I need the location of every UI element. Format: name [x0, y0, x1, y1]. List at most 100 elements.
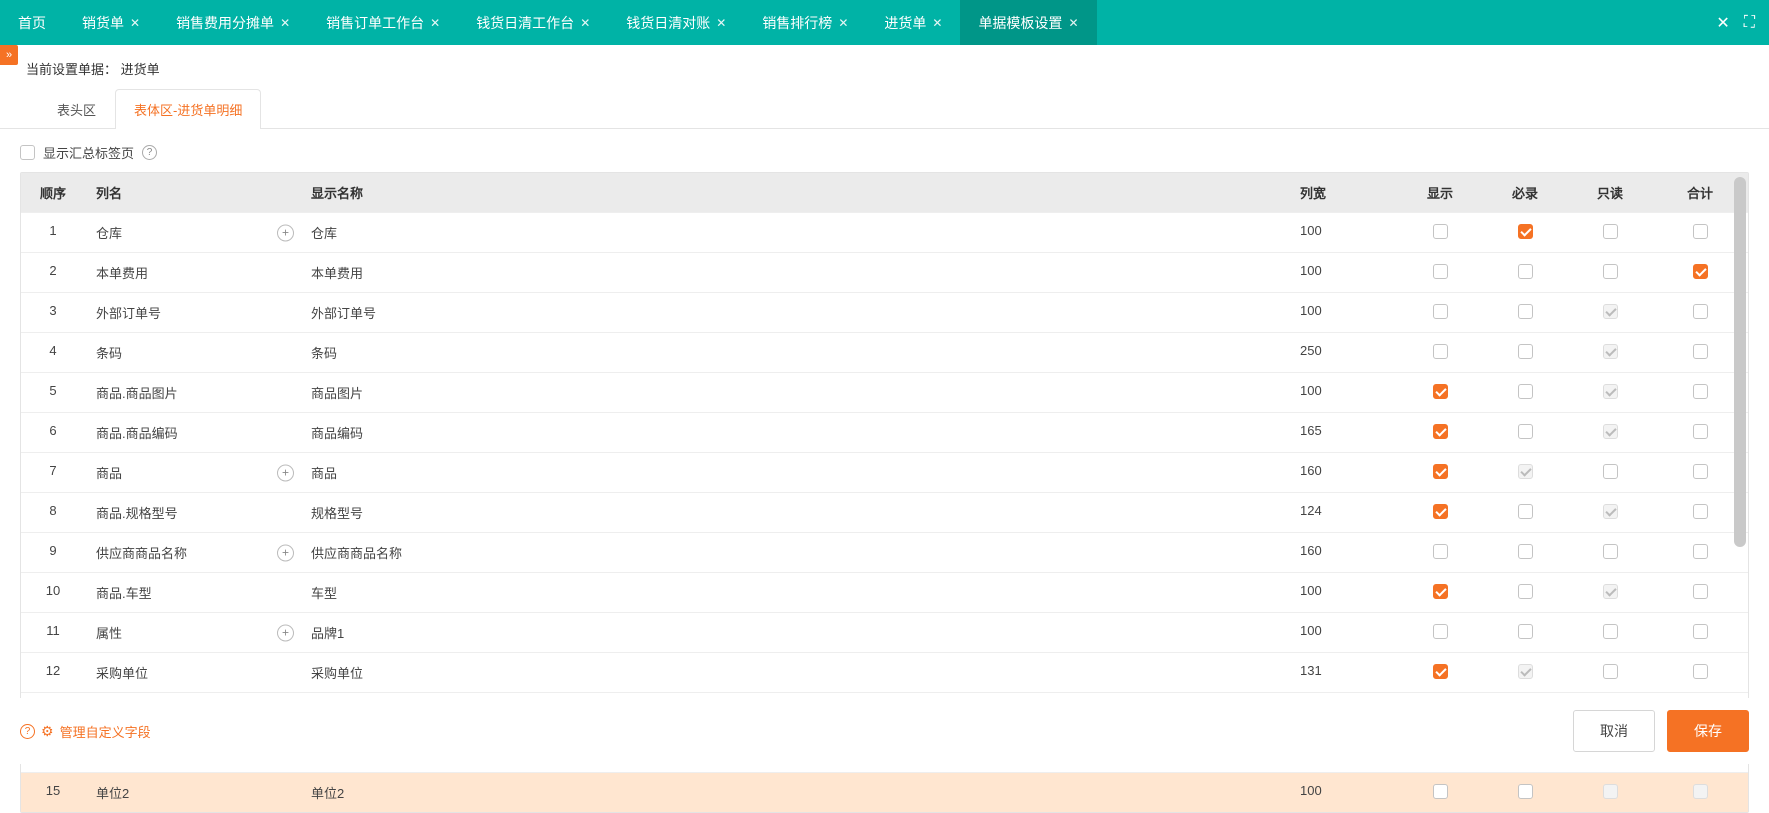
checkbox[interactable] — [1693, 424, 1708, 439]
checkbox[interactable] — [1693, 664, 1708, 679]
gear-icon[interactable]: ⚙ — [41, 723, 54, 740]
cell-width[interactable]: 100 — [1290, 613, 1398, 652]
checkbox[interactable] — [1518, 584, 1533, 599]
manage-custom-fields-link[interactable]: 管理自定义字段 — [60, 722, 151, 741]
scrollbar-thumb[interactable] — [1734, 177, 1746, 547]
cell-width[interactable]: 100 — [1290, 573, 1398, 612]
top-tab[interactable]: 钱货日清对账✕ — [608, 0, 744, 45]
save-button[interactable]: 保存 — [1667, 710, 1749, 752]
checkbox[interactable] — [1518, 504, 1533, 519]
help-icon[interactable]: ? — [142, 145, 157, 160]
cell-width[interactable]: 100 — [1290, 293, 1398, 332]
checkbox[interactable] — [1693, 584, 1708, 599]
tab-close-icon[interactable]: ✕ — [716, 16, 726, 30]
cell-width[interactable]: 100 — [1290, 373, 1398, 412]
cell-width[interactable]: 131 — [1290, 653, 1398, 692]
cell-display-name[interactable]: 规格型号 — [301, 493, 1290, 532]
collapse-caret-icon[interactable]: » — [0, 45, 18, 65]
add-icon[interactable]: + — [277, 224, 294, 241]
checkbox[interactable] — [1603, 264, 1618, 279]
add-icon[interactable]: + — [277, 624, 294, 641]
cancel-button[interactable]: 取消 — [1573, 710, 1655, 752]
cell-width[interactable]: 124 — [1290, 493, 1398, 532]
checkbox[interactable] — [1433, 224, 1448, 239]
checkbox[interactable] — [1603, 664, 1618, 679]
cell-width[interactable]: 100 — [1290, 213, 1398, 252]
checkbox[interactable] — [1518, 304, 1533, 319]
cell-display-name[interactable]: 采购单位 — [301, 653, 1290, 692]
fullscreen-icon[interactable]: ⛶ — [1744, 14, 1755, 32]
checkbox[interactable] — [1693, 544, 1708, 559]
section-tab[interactable]: 表头区 — [38, 89, 115, 129]
add-icon[interactable]: + — [277, 464, 294, 481]
checkbox[interactable] — [1693, 624, 1708, 639]
checkbox[interactable] — [1693, 344, 1708, 359]
cell-display-name[interactable]: 仓库 — [301, 213, 1290, 252]
tab-close-icon[interactable]: ✕ — [580, 16, 590, 30]
checkbox[interactable] — [1518, 224, 1533, 239]
cell-display-name[interactable]: 商品编码 — [301, 413, 1290, 452]
cell-width[interactable]: 100 — [1290, 253, 1398, 292]
cell-width[interactable]: 250 — [1290, 333, 1398, 372]
checkbox[interactable] — [1433, 304, 1448, 319]
checkbox[interactable] — [1603, 224, 1618, 239]
show-summary-checkbox[interactable] — [20, 145, 35, 160]
tab-close-icon[interactable]: ✕ — [838, 16, 848, 30]
tab-close-icon[interactable]: ✕ — [130, 16, 140, 30]
checkbox[interactable] — [1518, 264, 1533, 279]
tab-close-icon[interactable]: ✕ — [932, 16, 942, 30]
checkbox[interactable] — [1433, 784, 1448, 799]
checkbox[interactable] — [1518, 784, 1533, 799]
checkbox[interactable] — [1433, 664, 1448, 679]
cell-width[interactable]: 165 — [1290, 413, 1398, 452]
cell-display-name[interactable]: 商品 — [301, 453, 1290, 492]
tab-close-icon[interactable]: ✕ — [1068, 16, 1078, 30]
cell-display-name[interactable]: 车型 — [301, 573, 1290, 612]
cell-width[interactable]: 160 — [1290, 453, 1398, 492]
checkbox[interactable] — [1433, 584, 1448, 599]
checkbox[interactable] — [1433, 624, 1448, 639]
top-tab[interactable]: 销售费用分摊单✕ — [158, 0, 308, 45]
cell-width[interactable]: 100 — [1290, 773, 1398, 812]
checkbox[interactable] — [1518, 624, 1533, 639]
checkbox[interactable] — [1433, 464, 1448, 479]
cell-display-name[interactable]: 供应商商品名称 — [301, 533, 1290, 572]
top-tab[interactable]: 首页 — [0, 0, 64, 45]
top-tab[interactable]: 销售排行榜✕ — [744, 0, 866, 45]
checkbox[interactable] — [1518, 344, 1533, 359]
section-tab[interactable]: 表体区-进货单明细 — [115, 89, 261, 129]
checkbox[interactable] — [1518, 424, 1533, 439]
checkbox[interactable] — [1518, 544, 1533, 559]
tab-close-icon[interactable]: ✕ — [430, 16, 440, 30]
checkbox[interactable] — [1693, 384, 1708, 399]
close-all-icon[interactable]: ✕ — [1716, 13, 1729, 33]
cell-display-name[interactable]: 品牌1 — [301, 613, 1290, 652]
top-tab[interactable]: 销货单✕ — [64, 0, 158, 45]
checkbox[interactable] — [1603, 624, 1618, 639]
footer-help-icon[interactable]: ? — [20, 724, 35, 739]
checkbox[interactable] — [1693, 224, 1708, 239]
checkbox[interactable] — [1433, 424, 1448, 439]
cell-width[interactable]: 160 — [1290, 533, 1398, 572]
checkbox[interactable] — [1433, 544, 1448, 559]
add-icon[interactable]: + — [277, 544, 294, 561]
top-tab[interactable]: 销售订单工作台✕ — [308, 0, 458, 45]
top-tab[interactable]: 进货单✕ — [866, 0, 960, 45]
checkbox[interactable] — [1433, 344, 1448, 359]
cell-display-name[interactable]: 本单费用 — [301, 253, 1290, 292]
cell-display-name[interactable]: 外部订单号 — [301, 293, 1290, 332]
checkbox[interactable] — [1433, 384, 1448, 399]
checkbox[interactable] — [1693, 304, 1708, 319]
checkbox[interactable] — [1603, 544, 1618, 559]
tab-close-icon[interactable]: ✕ — [280, 16, 290, 30]
top-tab[interactable]: 钱货日清工作台✕ — [458, 0, 608, 45]
checkbox[interactable] — [1518, 384, 1533, 399]
cell-display-name[interactable]: 单位2 — [301, 773, 1290, 812]
checkbox[interactable] — [1693, 264, 1708, 279]
checkbox[interactable] — [1433, 504, 1448, 519]
cell-display-name[interactable]: 条码 — [301, 333, 1290, 372]
checkbox[interactable] — [1693, 464, 1708, 479]
checkbox[interactable] — [1433, 264, 1448, 279]
checkbox[interactable] — [1603, 464, 1618, 479]
checkbox[interactable] — [1693, 504, 1708, 519]
